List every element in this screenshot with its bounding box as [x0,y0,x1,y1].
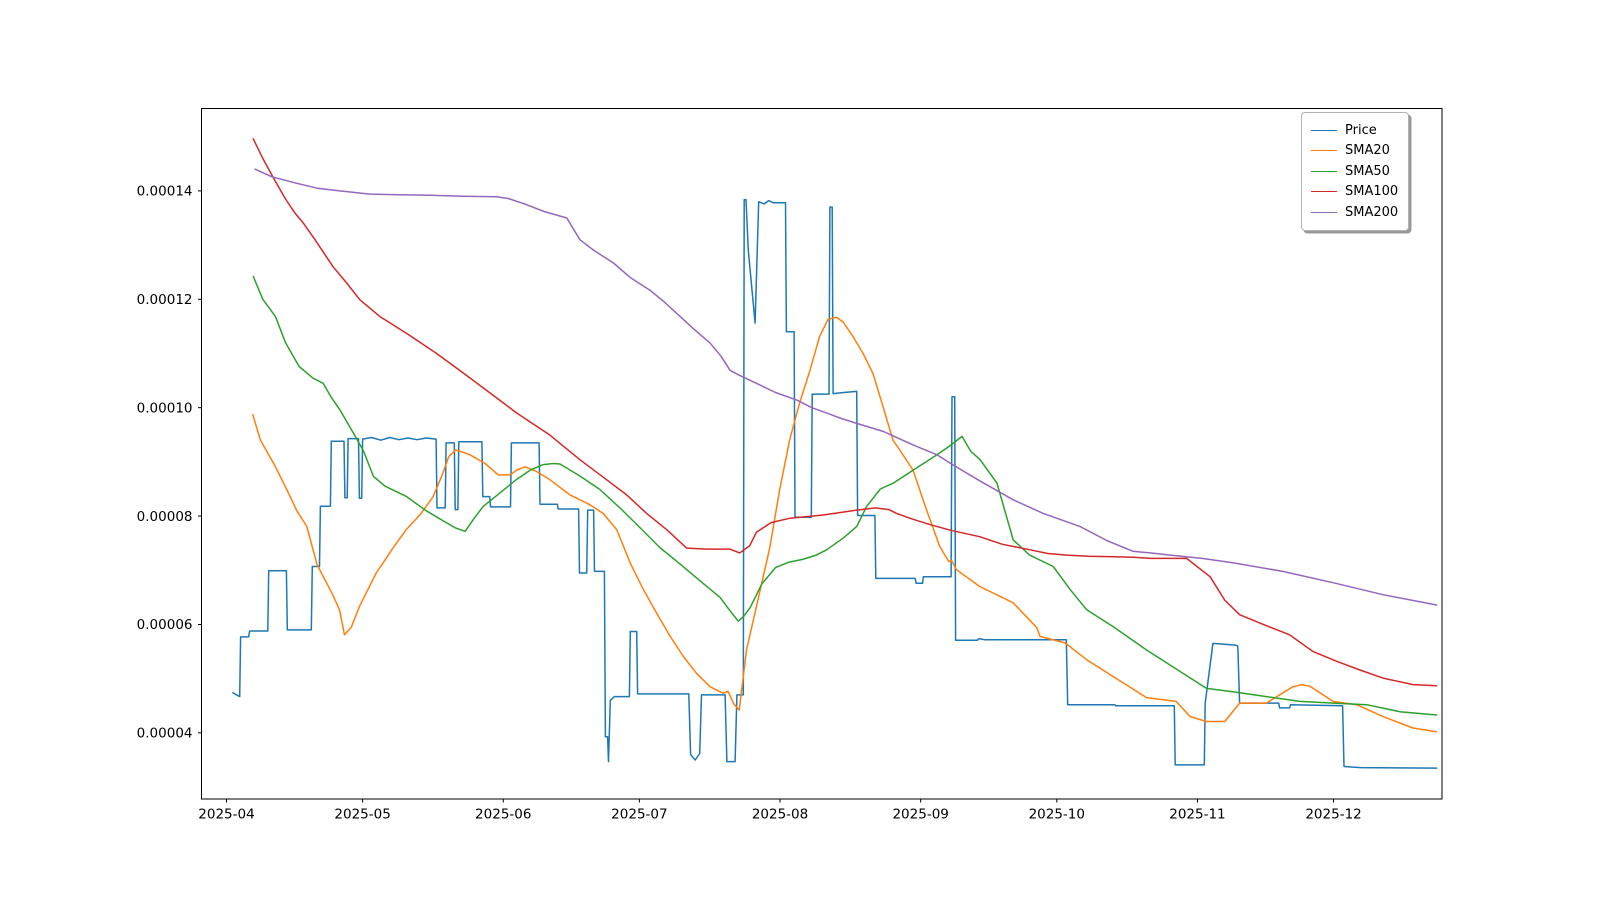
series-price [232,198,1438,769]
x-tick-label: 2025-09 [892,807,948,823]
legend-line-swatch [1311,150,1337,152]
legend-line-swatch [1311,170,1337,172]
y-tick-label: 0.00012 [137,292,193,308]
x-tick-label: 2025-11 [1169,807,1225,823]
y-tick-label: 0.00014 [137,184,193,200]
legend-entry-sma20: SMA20 [1311,141,1398,162]
series-sma50 [252,275,1438,716]
x-tick-label: 2025-07 [611,807,667,823]
y-tick-label: 0.00004 [137,726,193,742]
legend-line-swatch [1311,211,1337,213]
x-tick-label: 2025-08 [752,807,808,823]
legend-line-swatch [1311,129,1337,131]
chart-figure: 2025-04 2025-05 2025-06 2025-07 2025-08 2025-… [0,0,1600,900]
legend-label: SMA50 [1345,163,1390,179]
x-tick-label: 2025-04 [198,807,254,823]
legend-entry-sma50: SMA50 [1311,161,1398,182]
x-tick-label: 2025-05 [334,807,390,823]
legend-label: SMA20 [1345,143,1390,159]
y-tick-label: 0.00006 [137,617,193,633]
legend-label: SMA200 [1345,204,1399,220]
x-tick-label: 2025-06 [475,807,531,823]
x-tick-label: 2025-10 [1029,807,1085,823]
legend-entry-sma100: SMA100 [1311,182,1398,203]
y-tick-label: 0.00008 [137,509,193,525]
legend-label: Price [1345,122,1377,138]
y-tick-label: 0.00010 [137,400,193,416]
legend-line-swatch [1311,191,1337,193]
series-sma200 [254,168,1438,606]
x-tick-label: 2025-12 [1305,807,1361,823]
legend-entry-price: Price [1311,120,1398,141]
chart-legend: Price SMA20 SMA50 SMA100 SMA200 [1301,112,1410,231]
series-sma20 [252,316,1438,733]
legend-entry-sma200: SMA200 [1311,202,1398,223]
series-sma100 [252,138,1438,687]
legend-label: SMA100 [1345,184,1399,200]
